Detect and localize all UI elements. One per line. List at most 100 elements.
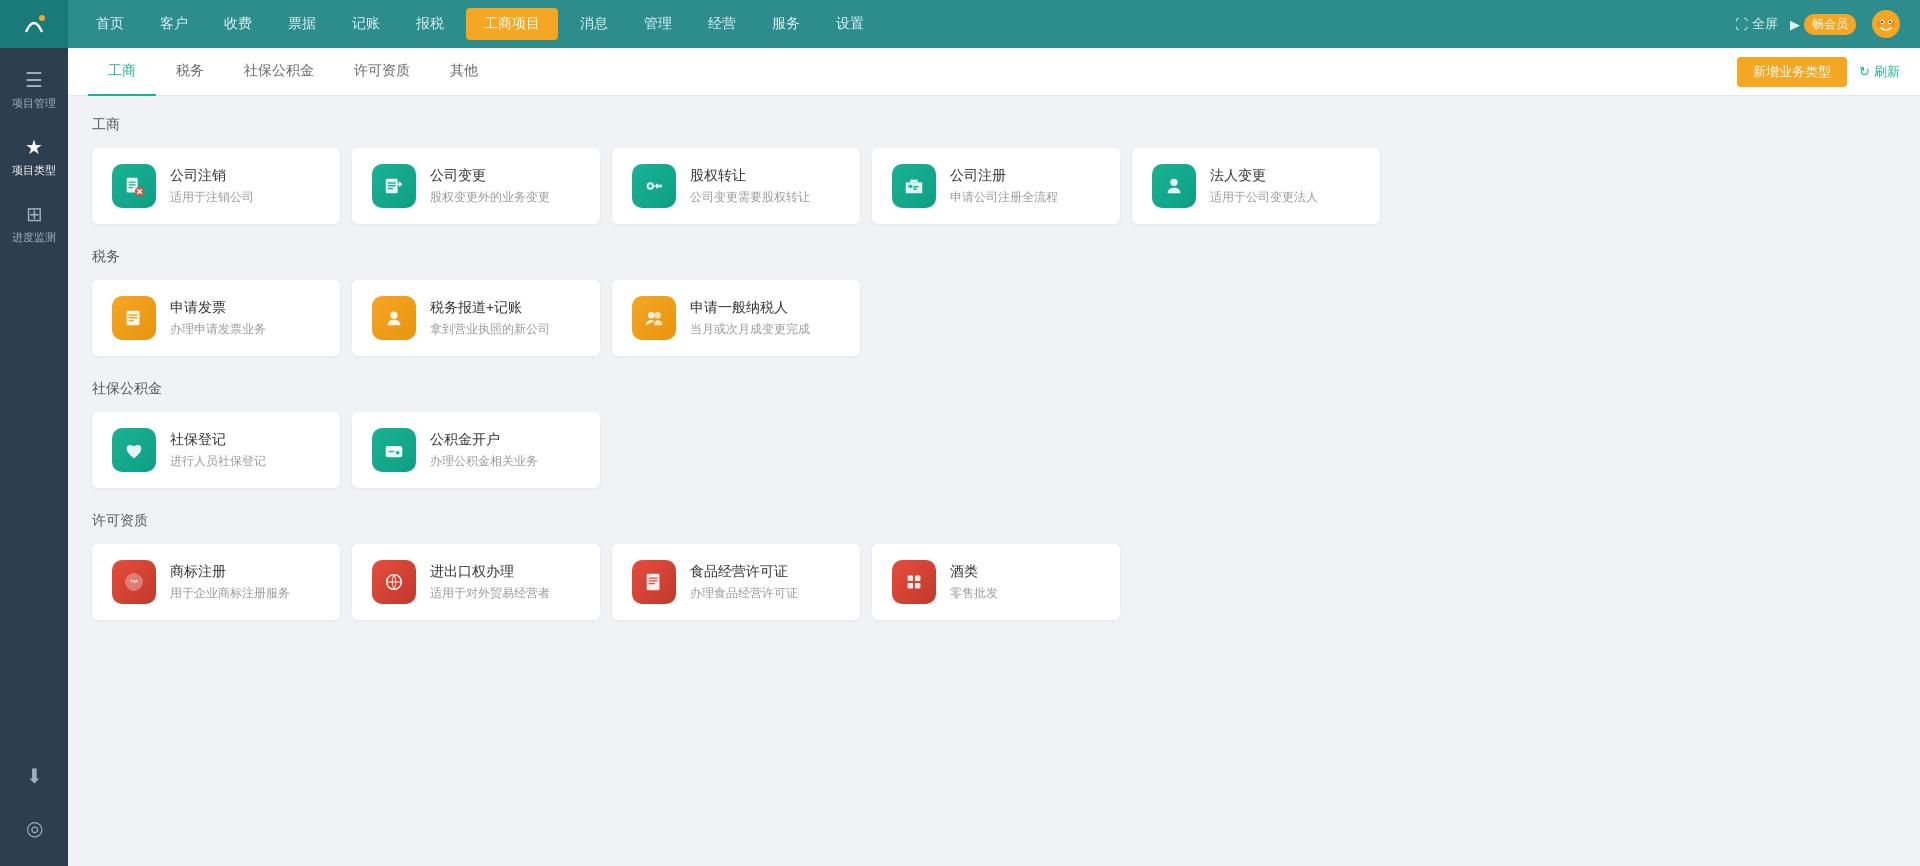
card-desc-food-license: 办理食品经营许可证	[690, 585, 798, 602]
card-title-alcohol: 酒类	[950, 563, 998, 581]
card-general-taxpayer[interactable]: 申请一般纳税人 当月或次月成变更完成	[612, 280, 860, 356]
tab-税务[interactable]: 税务	[156, 48, 224, 96]
tab-bar: 工商税务社保公积金许可资质其他 新增业务类型 ↻ 刷新	[68, 48, 1920, 96]
card-tax-report[interactable]: 税务报道+记账 拿到营业执照的新公司	[352, 280, 600, 356]
sidebar-label: 项目管理	[12, 96, 56, 111]
cards-grid: ™ 商标注册 用于企业商标注册服务 进出口权办理 适用于对外贸易经营者 食品经营…	[92, 544, 1896, 620]
nav-item-工商项目[interactable]: 工商项目	[466, 8, 558, 40]
sidebar-item-项目类型[interactable]: ★ 项目类型	[0, 123, 68, 190]
svg-rect-18	[388, 188, 394, 189]
fullscreen-btn[interactable]: ⛶ 全屏	[1735, 15, 1778, 33]
svg-rect-11	[129, 187, 134, 188]
svg-rect-46	[908, 576, 914, 582]
cards-grid: 社保登记 进行人员社保登记 公积金开户 办理公积金相关业务	[92, 412, 1896, 488]
card-invoice-apply[interactable]: 申请发票 办理申请发票业务	[92, 280, 340, 356]
card-title-general-taxpayer: 申请一般纳税人	[690, 299, 810, 317]
svg-point-6	[1877, 21, 1881, 27]
sidebar-label: 进度监测	[12, 230, 56, 245]
sidebar-icon: ★	[25, 135, 43, 159]
tab-其他[interactable]: 其他	[430, 48, 498, 96]
card-info-social-insurance: 社保登记 进行人员社保登记	[170, 431, 266, 470]
card-icon-trademark: ™	[112, 560, 156, 604]
card-company-cancel[interactable]: 公司注销 适用于注销公司	[92, 148, 340, 224]
cards-grid: 公司注销 适用于注销公司 公司变更 股权变更外的业务变更 股权转让 公司变更需要…	[92, 148, 1896, 224]
card-info-alcohol: 酒类 零售批发	[950, 563, 998, 602]
card-icon-food-license	[632, 560, 676, 604]
card-desc-legal-change: 适用于公司变更法人	[1210, 189, 1318, 206]
refresh-label: 刷新	[1874, 63, 1900, 81]
card-desc-general-taxpayer: 当月或次月成变更完成	[690, 321, 810, 338]
card-title-company-change: 公司变更	[430, 167, 550, 185]
nav-item-记账[interactable]: 记账	[334, 0, 398, 48]
section-税务: 税务 申请发票 办理申请发票业务 税务报道+记账 拿到营业执照的新公司 申请一般…	[92, 248, 1896, 356]
nav-item-报税[interactable]: 报税	[398, 0, 462, 48]
nav-item-客户[interactable]: 客户	[142, 0, 206, 48]
svg-rect-23	[909, 185, 913, 188]
card-company-register[interactable]: 公司注册 申请公司注册全流程	[872, 148, 1120, 224]
card-title-equity-transfer: 股权转让	[690, 167, 810, 185]
nav-menu: 首页客户收费票据记账报税工商项目消息管理经营服务设置	[68, 0, 1735, 48]
vip-btn[interactable]: ▶ 畅会员	[1790, 14, 1856, 35]
section-title: 税务	[92, 248, 1896, 266]
svg-point-7	[1891, 21, 1895, 27]
new-type-button[interactable]: 新增业务类型	[1737, 57, 1847, 87]
card-alcohol[interactable]: 酒类 零售批发	[872, 544, 1120, 620]
card-company-change[interactable]: 公司变更 股权变更外的业务变更	[352, 148, 600, 224]
svg-rect-24	[913, 186, 919, 187]
card-info-invoice-apply: 申请发票 办理申请发票业务	[170, 299, 266, 338]
card-info-tax-report: 税务报道+记账 拿到营业执照的新公司	[430, 299, 550, 338]
card-food-license[interactable]: 食品经营许可证 办理食品经营许可证	[612, 544, 860, 620]
svg-rect-49	[915, 583, 921, 589]
svg-rect-44	[649, 580, 658, 581]
nav-item-消息[interactable]: 消息	[562, 0, 626, 48]
nav-item-票据[interactable]: 票据	[270, 0, 334, 48]
card-trademark[interactable]: ™ 商标注册 用于企业商标注册服务	[92, 544, 340, 620]
mascot-icon	[1868, 6, 1904, 42]
tab-许可资质[interactable]: 许可资质	[334, 48, 430, 96]
download-icon[interactable]: ⬇	[0, 754, 68, 798]
logo[interactable]	[0, 0, 68, 48]
tab-社保公积金[interactable]: 社保公积金	[224, 48, 334, 96]
card-info-equity-transfer: 股权转让 公司变更需要股权转让	[690, 167, 810, 206]
sidebar-item-进度监测[interactable]: ⊞进度监测	[0, 190, 68, 257]
svg-rect-45	[649, 583, 655, 584]
nav-item-收费[interactable]: 收费	[206, 0, 270, 48]
card-desc-company-cancel: 适用于注销公司	[170, 189, 254, 206]
top-nav: 首页客户收费票据记账报税工商项目消息管理经营服务设置 ⛶ 全屏 ▶ 畅会员	[0, 0, 1920, 48]
refresh-icon: ↻	[1859, 64, 1870, 79]
card-equity-transfer[interactable]: 股权转让 公司变更需要股权转让	[612, 148, 860, 224]
svg-rect-16	[388, 182, 396, 183]
nav-item-首页[interactable]: 首页	[78, 0, 142, 48]
card-legal-change[interactable]: 法人变更 适用于公司变更法人	[1132, 148, 1380, 224]
nav-item-管理[interactable]: 管理	[626, 0, 690, 48]
card-icon-company-cancel	[112, 164, 156, 208]
refresh-button[interactable]: ↻ 刷新	[1859, 63, 1900, 81]
sidebar-item-项目管理[interactable]: ☰项目管理	[0, 56, 68, 123]
nav-item-设置[interactable]: 设置	[818, 0, 882, 48]
nav-item-经营[interactable]: 经营	[690, 0, 754, 48]
location-icon[interactable]: ◎	[0, 806, 68, 850]
card-housing-fund[interactable]: 公积金开户 办理公积金相关业务	[352, 412, 600, 488]
svg-rect-25	[913, 188, 917, 189]
card-desc-social-insurance: 进行人员社保登记	[170, 453, 266, 470]
svg-rect-10	[129, 184, 136, 185]
card-info-company-register: 公司注册 申请公司注册全流程	[950, 167, 1058, 206]
card-info-company-change: 公司变更 股权变更外的业务变更	[430, 167, 550, 206]
card-title-legal-change: 法人变更	[1210, 167, 1318, 185]
card-social-insurance[interactable]: 社保登记 进行人员社保登记	[92, 412, 340, 488]
svg-rect-48	[908, 583, 914, 589]
tab-工商[interactable]: 工商	[88, 48, 156, 96]
section-社保公积金: 社保公积金 社保登记 进行人员社保登记 公积金开户 办理公积金相关业务	[92, 380, 1896, 488]
card-import-export[interactable]: 进出口权办理 适用于对外贸易经营者	[352, 544, 600, 620]
sidebar-label: 项目类型	[12, 163, 56, 178]
card-icon-equity-transfer	[632, 164, 676, 208]
nav-right: ⛶ 全屏 ▶ 畅会员	[1735, 6, 1920, 42]
card-desc-invoice-apply: 办理申请发票业务	[170, 321, 266, 338]
card-icon-import-export	[372, 560, 416, 604]
svg-rect-47	[915, 576, 921, 582]
card-info-import-export: 进出口权办理 适用于对外贸易经营者	[430, 563, 550, 602]
nav-item-服务[interactable]: 服务	[754, 0, 818, 48]
svg-rect-30	[129, 320, 135, 321]
svg-rect-29	[129, 317, 138, 318]
card-icon-tax-report	[372, 296, 416, 340]
